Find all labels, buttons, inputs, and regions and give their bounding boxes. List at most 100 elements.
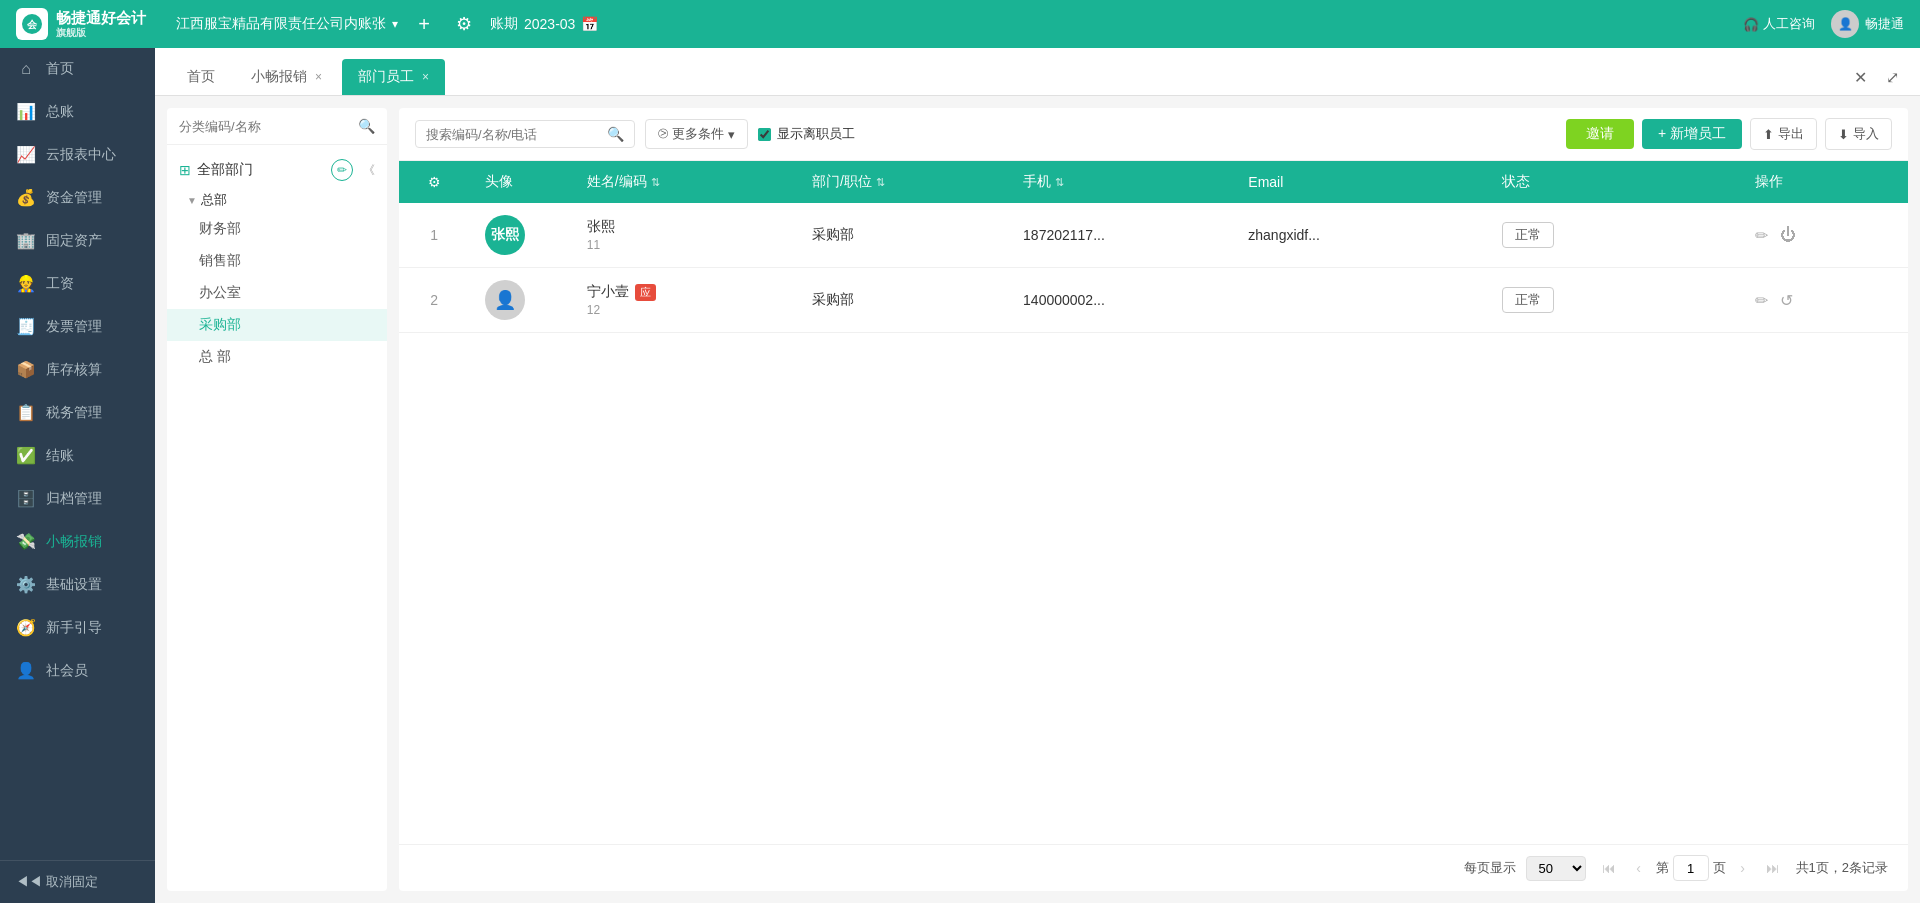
sidebar-item-home[interactable]: ⌂ 首页 [0,48,155,90]
sidebar-item-general-ledger[interactable]: 📊 总账 [0,90,155,133]
per-page-select[interactable]: 50 100 [1526,856,1586,881]
col-header-phone[interactable]: 手机⇅ [1007,161,1232,203]
add-employee-button[interactable]: + 新增员工 [1642,119,1742,149]
logo-area: 会 畅捷通好会计 旗舰版 [16,8,164,40]
calendar-icon[interactable]: 📅 [581,16,598,32]
tab-home-label: 首页 [187,68,215,86]
table-row: 2👤宁小壹应12采购部140000002...正常✏↺ [399,268,1908,333]
sidebar-item-payroll[interactable]: 👷 工资 [0,262,155,305]
tab-expense-close-icon[interactable]: × [315,70,322,84]
edit-icon[interactable]: ✏ [1755,226,1768,245]
dept-search-icon[interactable]: 🔍 [358,118,375,134]
main-layout: ⌂ 首页 📊 总账 📈 云报表中心 💰 资金管理 🏢 固定资产 👷 工资 🧾 发… [0,48,1920,903]
col-header-dept[interactable]: 部门/职位⇅ [796,161,1007,203]
row-dept: 采购部 [796,203,1007,268]
last-page-button[interactable]: ⏭ [1760,855,1786,881]
first-page-button[interactable]: ⏮ [1596,855,1622,881]
sidebar-label-inventory: 库存核算 [46,361,102,379]
header-actions: 🎧 人工咨询 👤 畅捷通 [1743,10,1904,38]
user-area[interactable]: 👤 畅捷通 [1831,10,1904,38]
avatar: 张熙 [485,215,525,255]
show-resigned-checkbox-area[interactable]: 显示离职员工 [758,125,855,143]
sidebar-item-tax[interactable]: 📋 税务管理 [0,391,155,434]
more-filter-button[interactable]: ⧁ 更多条件 ▾ [645,119,748,149]
dept-item-purchasing[interactable]: 采购部 [167,309,387,341]
import-label: 导入 [1853,125,1879,143]
tab-expense[interactable]: 小畅报销 × [235,59,338,95]
company-selector[interactable]: 江西服宝精品有限责任公司内账张 ▾ [176,15,398,33]
sidebar-item-archive[interactable]: 🗄️ 归档管理 [0,477,155,520]
tab-expense-label: 小畅报销 [251,68,307,86]
sidebar-item-newbie[interactable]: 🧭 新手引导 [0,606,155,649]
dept-finance-label: 财务部 [199,220,241,238]
employee-code: 11 [587,238,780,252]
tab-department[interactable]: 部门员工 × [342,59,445,95]
prev-page-button[interactable]: ‹ [1626,855,1652,881]
sidebar-item-inventory[interactable]: 📦 库存核算 [0,348,155,391]
dept-sales-label: 销售部 [199,252,241,270]
add-tab-button[interactable]: + [410,10,438,38]
invite-button[interactable]: 邀请 [1566,119,1634,149]
tab-close-button[interactable]: ✕ [1848,65,1872,89]
row-avatar: 👤 [469,268,570,333]
row-phone: 187202117... [1007,203,1232,268]
tab-expand-button[interactable]: ⤢ [1880,65,1904,89]
row-index: 2 [399,268,469,333]
col-header-name[interactable]: 姓名/编码⇅ [571,161,796,203]
tab-home[interactable]: 首页 [171,59,231,95]
export-button[interactable]: ⬆ 导出 [1750,118,1817,150]
sidebar-item-member[interactable]: 👤 社会员 [0,649,155,692]
sidebar-label-invoice: 发票管理 [46,318,102,336]
import-button[interactable]: ⬇ 导入 [1825,118,1892,150]
sidebar-item-closing[interactable]: ✅ 结账 [0,434,155,477]
col-header-avatar: 头像 [469,161,570,203]
inventory-icon: 📦 [16,360,36,379]
row-actions: ✏⏻ [1739,203,1908,268]
page-content: 🔍 ⊞ 全部部门 ✏ 《 ▼ 总部 财务部 [155,96,1920,903]
support-label: 人工咨询 [1763,15,1815,33]
sidebar-item-funds[interactable]: 💰 资金管理 [0,176,155,219]
dept-edit-icon[interactable]: ✏ [331,159,353,181]
dept-search-area: 🔍 [167,108,387,145]
sidebar: ⌂ 首页 📊 总账 📈 云报表中心 💰 资金管理 🏢 固定资产 👷 工资 🧾 发… [0,48,155,903]
sidebar-unpin-button[interactable]: ◀◀ 取消固定 [0,860,155,903]
collapse-button[interactable]: 《 [363,162,375,179]
dept-item-general-office[interactable]: 总 部 [167,341,387,373]
logout-icon[interactable]: ⏻ [1780,226,1796,244]
sidebar-item-invoice[interactable]: 🧾 发票管理 [0,305,155,348]
employee-search-icon[interactable]: 🔍 [607,126,624,142]
support-button[interactable]: 🎧 人工咨询 [1743,15,1815,33]
home-icon: ⌂ [16,60,36,78]
dept-search-input[interactable] [179,119,352,134]
sidebar-label-funds: 资金管理 [46,189,102,207]
period-label: 账期 [490,15,518,33]
sidebar-item-reports[interactable]: 📈 云报表中心 [0,133,155,176]
employee-list-panel: 🔍 ⧁ 更多条件 ▾ 显示离职员工 邀请 + 新增员工 [399,108,1908,891]
dept-section-general[interactable]: ▼ 总部 [167,187,387,213]
tab-department-close-icon[interactable]: × [422,70,429,84]
employee-search-input[interactable] [426,127,601,142]
all-departments-header[interactable]: ⊞ 全部部门 ✏ 《 [167,153,387,187]
dept-purchasing-label: 采购部 [199,316,241,334]
sidebar-item-expense[interactable]: 💸 小畅报销 [0,520,155,563]
col-header-settings[interactable]: ⚙ [399,161,469,203]
edit-icon[interactable]: ✏ [1755,291,1768,310]
next-page-button[interactable]: › [1730,855,1756,881]
settings-button[interactable]: ⚙ [450,10,478,38]
period-area: 账期 2023-03 📅 [490,15,598,33]
dept-item-office[interactable]: 办公室 [167,277,387,309]
show-resigned-checkbox[interactable] [758,128,771,141]
refresh-icon[interactable]: ↺ [1780,291,1793,310]
page-input[interactable] [1673,855,1709,881]
employee-table-area: ⚙ 头像 姓名/编码⇅ 部门/职位⇅ 手机⇅ Email 状态 操作 [399,161,1908,844]
row-name: 张熙11 [571,203,796,268]
dept-item-finance[interactable]: 财务部 [167,213,387,245]
dept-item-sales[interactable]: 销售部 [167,245,387,277]
sidebar-item-basic-settings[interactable]: ⚙️ 基础设置 [0,563,155,606]
row-avatar: 张熙 [469,203,570,268]
sidebar-label-payroll: 工资 [46,275,74,293]
sidebar-item-fixed-assets[interactable]: 🏢 固定资产 [0,219,155,262]
dept-tree: ⊞ 全部部门 ✏ 《 ▼ 总部 财务部 销售部 [167,145,387,891]
row-email: zhangxidf... [1232,203,1485,268]
newbie-icon: 🧭 [16,618,36,637]
